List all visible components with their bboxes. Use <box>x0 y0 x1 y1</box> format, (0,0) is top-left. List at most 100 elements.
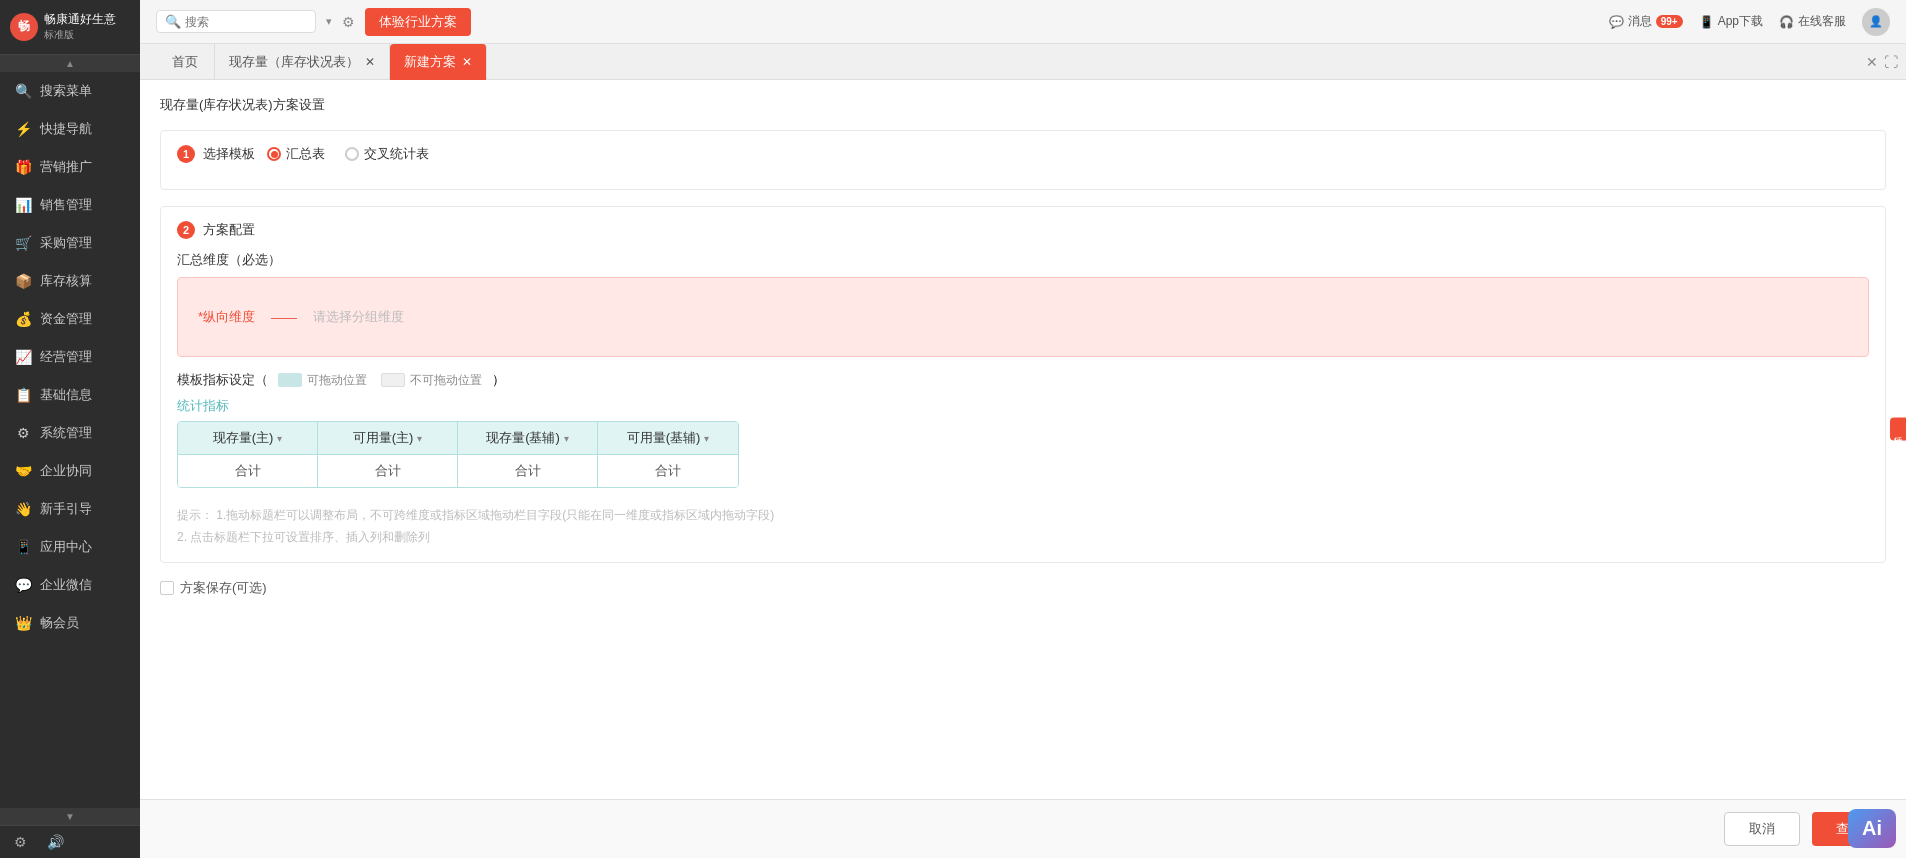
page-title: 现存量(库存状况表)方案设置 <box>160 96 1886 114</box>
col-dropdown-arrow-3[interactable]: ▾ <box>704 433 709 444</box>
avatar[interactable]: 👤 <box>1862 8 1890 36</box>
radio-summary-circle <box>267 147 281 161</box>
col-dropdown-arrow-2[interactable]: ▾ <box>564 433 569 444</box>
sidebar-item-label: 企业微信 <box>40 576 92 594</box>
lightning-icon: ⚡ <box>14 120 32 138</box>
tabbar-right-controls: ✕ ⛶ <box>1866 54 1906 70</box>
sidebar-item-guide[interactable]: 👋 新手引导 <box>0 490 140 528</box>
tab-inventory[interactable]: 现存量（库存状况表） ✕ <box>215 44 390 80</box>
sidebar-scroll-down[interactable]: ▼ <box>0 808 140 825</box>
tab-close-icon[interactable]: ✕ <box>1866 54 1878 70</box>
trending-icon: 📈 <box>14 348 32 366</box>
section1-title: 选择模板 <box>203 145 255 163</box>
sidebar-item-member[interactable]: 👑 畅会员 <box>0 604 140 642</box>
search-icon: 🔍 <box>14 82 32 100</box>
sidebar-item-label: 销售管理 <box>40 196 92 214</box>
box-icon: 📦 <box>14 272 32 290</box>
sidebar-item-marketing[interactable]: 🎁 营销推广 <box>0 148 140 186</box>
speaker-icon[interactable]: 🔊 <box>47 834 64 850</box>
stats-title: 统计指标 <box>177 397 1869 415</box>
sidebar-item-inventory[interactable]: 📦 库存核算 <box>0 262 140 300</box>
col-dropdown-arrow-1[interactable]: ▾ <box>417 433 422 444</box>
save-checkbox[interactable] <box>160 581 174 595</box>
stats-col-cell-0: 合计 <box>178 455 317 487</box>
sidebar-item-label: 企业协同 <box>40 462 92 480</box>
template-options: 汇总表 交叉统计表 <box>267 145 429 163</box>
section-config: 2 方案配置 汇总维度（必选） *纵向维度 —— 请选择分组维度 模板指标设定（ <box>160 206 1886 563</box>
sidebar-item-label: 资金管理 <box>40 310 92 328</box>
sidebar-item-system[interactable]: ⚙ 系统管理 <box>0 414 140 452</box>
section2-num: 2 <box>177 221 195 239</box>
settings-bottom-icon[interactable]: ⚙ <box>14 834 27 850</box>
sidebar-scroll-up[interactable]: ▲ <box>0 55 140 72</box>
stats-col-0: 现存量(主) ▾ 合计 <box>178 422 318 487</box>
indicator-legend-row: 模板指标设定（ 可拖动位置 不可拖动位置 ） <box>177 371 1869 389</box>
tip-1: 提示： 1.拖动标题栏可以调整布局，不可跨维度或指标区域拖动栏目字段(只能在同一… <box>177 505 1869 527</box>
tab-new-plan-close[interactable]: ✕ <box>462 55 472 69</box>
crown-icon: 👑 <box>14 614 32 632</box>
search-input[interactable] <box>185 15 307 29</box>
topbar-right: 💬 消息 99+ 📱 App下载 🎧 在线客服 👤 <box>1609 8 1890 36</box>
tab-new-plan[interactable]: 新建方案 ✕ <box>390 44 487 80</box>
feedback-tab[interactable]: 反 馈 <box>1890 418 1906 441</box>
tab-home[interactable]: 首页 <box>156 44 215 80</box>
tab-expand-icon[interactable]: ⛶ <box>1884 54 1898 70</box>
stats-col-header-2[interactable]: 现存量(基辅) ▾ <box>458 422 597 455</box>
radio-cross[interactable]: 交叉统计表 <box>345 145 429 163</box>
sidebar-item-purchase[interactable]: 🛒 采购管理 <box>0 224 140 262</box>
sidebar-item-finance[interactable]: 💰 资金管理 <box>0 300 140 338</box>
col-dropdown-arrow-0[interactable]: ▾ <box>277 433 282 444</box>
save-option[interactable]: 方案保存(可选) <box>160 579 1886 597</box>
sidebar-item-basic[interactable]: 📋 基础信息 <box>0 376 140 414</box>
industry-plan-button[interactable]: 体验行业方案 <box>365 8 471 36</box>
dimension-label: 汇总维度（必选） <box>177 251 1869 269</box>
message-label: 消息 <box>1628 13 1652 30</box>
search-bar[interactable]: 🔍 <box>156 10 316 33</box>
tab-inventory-close[interactable]: ✕ <box>365 55 375 69</box>
sidebar-item-operations[interactable]: 📈 经营管理 <box>0 338 140 376</box>
sidebar-item-search[interactable]: 🔍 搜索菜单 <box>0 72 140 110</box>
stats-table-header: 现存量(主) ▾ 合计 可用量(主) ▾ 合计 <box>178 422 738 487</box>
content-area: 现存量(库存状况表)方案设置 1 选择模板 汇总表 交叉统计表 <box>140 80 1906 799</box>
radio-summary-label: 汇总表 <box>286 145 325 163</box>
stats-col-header-label-1: 可用量(主) <box>353 429 414 447</box>
tabbar: 首页 现存量（库存状况表） ✕ 新建方案 ✕ ✕ ⛶ <box>140 44 1906 80</box>
tips-area: 提示： 1.拖动标题栏可以调整布局，不可跨维度或指标区域拖动栏目字段(只能在同一… <box>177 505 1869 548</box>
customer-service-button[interactable]: 🎧 在线客服 <box>1779 13 1846 30</box>
sidebar-item-label: 采购管理 <box>40 234 92 252</box>
radio-summary[interactable]: 汇总表 <box>267 145 325 163</box>
sidebar-item-label: 基础信息 <box>40 386 92 404</box>
message-badge: 99+ <box>1656 15 1683 28</box>
legend-fixed: 不可拖动位置 <box>381 372 482 389</box>
radio-cross-label: 交叉统计表 <box>364 145 429 163</box>
topbar-dropdown-arrow[interactable]: ▾ <box>326 15 332 28</box>
stats-col-header-label-3: 可用量(基辅) <box>627 429 701 447</box>
sidebar-logo: 畅 畅康通好生意 标准版 <box>0 0 140 55</box>
cancel-button[interactable]: 取消 <box>1724 812 1800 846</box>
ai-badge[interactable]: Ai <box>1848 809 1896 848</box>
stats-col-header-3[interactable]: 可用量(基辅) ▾ <box>598 422 738 455</box>
topbar-gear-icon[interactable]: ⚙ <box>342 14 355 30</box>
message-button[interactable]: 💬 消息 99+ <box>1609 13 1683 30</box>
dimension-area[interactable]: *纵向维度 —— 请选择分组维度 <box>177 277 1869 357</box>
app-download-button[interactable]: 📱 App下载 <box>1699 13 1763 30</box>
legend-draggable-box <box>278 373 302 387</box>
sidebar-item-label: 系统管理 <box>40 424 92 442</box>
section2-title: 方案配置 <box>203 221 255 239</box>
stats-col-header-label-0: 现存量(主) <box>213 429 274 447</box>
money-icon: 💰 <box>14 310 32 328</box>
sidebar-item-enterprise[interactable]: 🤝 企业协同 <box>0 452 140 490</box>
sidebar-item-shortcut[interactable]: ⚡ 快捷导航 <box>0 110 140 148</box>
legend-draggable: 可拖动位置 <box>278 372 367 389</box>
stats-col-header-0[interactable]: 现存量(主) ▾ <box>178 422 317 455</box>
sidebar-item-sales[interactable]: 📊 销售管理 <box>0 186 140 224</box>
stats-col-header-1[interactable]: 可用量(主) ▾ <box>318 422 457 455</box>
sidebar-item-label: 搜索菜单 <box>40 82 92 100</box>
sidebar-item-label: 畅会员 <box>40 614 79 632</box>
stats-col-cell-1: 合计 <box>318 455 457 487</box>
sidebar-item-apps[interactable]: 📱 应用中心 <box>0 528 140 566</box>
sidebar-item-label: 应用中心 <box>40 538 92 556</box>
wave-icon: 👋 <box>14 500 32 518</box>
sidebar-item-wechat[interactable]: 💬 企业微信 <box>0 566 140 604</box>
dimension-required: *纵向维度 <box>198 308 255 326</box>
